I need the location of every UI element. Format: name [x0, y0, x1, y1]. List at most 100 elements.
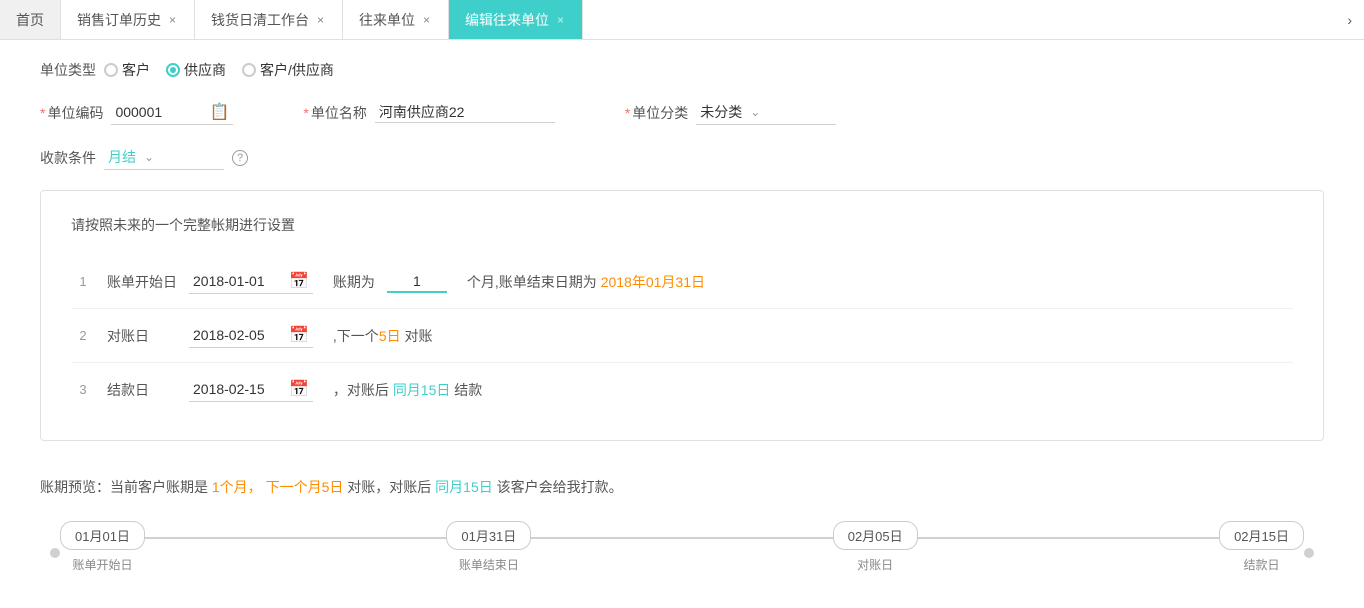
row-desc-3: ，对账后 同月15日 结款: [333, 380, 482, 400]
help-icon[interactable]: ?: [232, 150, 248, 166]
timeline-pill-1: 01月01日: [60, 521, 145, 550]
date-field-3[interactable]: [193, 381, 283, 397]
payment-terms-item: 收款条件 月结 ⌄ ?: [40, 145, 248, 170]
payment-terms-value: 月结: [108, 147, 136, 167]
timeline-node-2: 01月31日 账单结束日: [446, 521, 531, 573]
tab-edit-partner-label: 编辑往来单位: [465, 10, 549, 30]
period-input[interactable]: [387, 271, 447, 293]
calendar-icon-2[interactable]: 📅: [289, 325, 309, 345]
row-num-3: 3: [71, 382, 95, 397]
unit-name-input[interactable]: [375, 102, 555, 123]
row-num-1: 1: [71, 274, 95, 289]
tab-more-button[interactable]: ›: [1335, 0, 1364, 39]
preview-part4: 同月15日: [435, 479, 493, 495]
row-num-2: 2: [71, 328, 95, 343]
timeline-label-4: 结款日: [1244, 556, 1280, 573]
tab-cash-label: 钱货日清工作台: [211, 10, 309, 30]
tab-sales-history[interactable]: 销售订单历史 ×: [61, 0, 195, 39]
tab-home-label: 首页: [16, 10, 44, 30]
timeline-node-3: 02月05日 对账日: [833, 521, 918, 573]
unit-code-item: *单位编码 📋: [40, 100, 233, 125]
payment-terms-chevron: ⌄: [144, 150, 154, 164]
timeline-node-4: 02月15日 结款日: [1219, 521, 1304, 573]
reconcile-highlight: 5日: [379, 328, 401, 344]
calendar-icon-3[interactable]: 📅: [289, 379, 309, 399]
preview-section: 账期预览：当前客户账期是 1个月， 下一个月5日 对账，对账后 同月15日 该客…: [40, 461, 1324, 583]
setting-row-2: 2 对账日 📅 ,下一个5日 对账: [71, 309, 1293, 363]
date-field-1[interactable]: [193, 273, 283, 289]
tab-cash-close[interactable]: ×: [315, 13, 326, 27]
date-input-1: 📅: [189, 269, 313, 294]
radio-customer-circle: [104, 63, 118, 77]
row-label-2: 对账日: [107, 326, 177, 346]
setting-row-1: 1 账单开始日 📅 账期为 个月,账单结束日期为 2018年01月31日: [71, 255, 1293, 309]
unit-category-value: 未分类: [700, 102, 742, 122]
tab-bar: 首页 销售订单历史 × 钱货日清工作台 × 往来单位 × 编辑往来单位 × ›: [0, 0, 1364, 40]
preview-part5: 该客户会给我打款。: [497, 479, 623, 495]
calendar-icon-1[interactable]: 📅: [289, 271, 309, 291]
radio-supplier-label: 供应商: [184, 60, 226, 80]
payment-date-highlight: 同月15日: [393, 382, 451, 398]
timeline-start-dot: [50, 548, 60, 558]
tab-partner-close[interactable]: ×: [421, 13, 432, 27]
unit-type-radio-group: 客户 供应商 客户/供应商: [104, 60, 334, 80]
unit-category-item: *单位分类 未分类 ⌄: [625, 100, 836, 125]
unit-type-item: 单位类型 客户 供应商 客户/供应商: [40, 60, 334, 80]
radio-supplier-dot: [170, 67, 176, 73]
row-desc-1-suffix: 个月,账单结束日期为 2018年01月31日: [467, 272, 705, 292]
tab-partner[interactable]: 往来单位 ×: [343, 0, 449, 39]
unit-category-label: *单位分类: [625, 103, 688, 123]
tab-edit-partner-close[interactable]: ×: [555, 13, 566, 27]
settings-section: 请按照未来的一个完整帐期进行设置 1 账单开始日 📅 账期为 个月,账单结束日期…: [40, 190, 1324, 441]
row-label-3: 结款日: [107, 380, 177, 400]
preview-text: 账期预览：当前客户账期是 1个月， 下一个月5日 对账，对账后 同月15日 该客…: [40, 477, 1324, 497]
date-input-3: 📅: [189, 377, 313, 402]
main-content: 单位类型 客户 供应商 客户/供应商: [0, 40, 1364, 608]
tab-edit-partner[interactable]: 编辑往来单位 ×: [449, 0, 583, 39]
unit-code-icon[interactable]: 📋: [209, 102, 229, 122]
radio-customer-label: 客户: [122, 60, 150, 80]
payment-terms-label: 收款条件: [40, 148, 96, 168]
row-desc-1-prefix: 账期为: [333, 272, 375, 292]
preview-part2: 下一个月5日: [266, 479, 344, 495]
date-field-2[interactable]: [193, 327, 283, 343]
end-date-highlight: 2018年01月31日: [601, 274, 705, 290]
unit-code-input[interactable]: [115, 104, 205, 120]
radio-both-circle: [242, 63, 256, 77]
timeline-label-2: 账单结束日: [459, 556, 519, 573]
unit-type-row: 单位类型 客户 供应商 客户/供应商: [40, 60, 1324, 80]
radio-customer[interactable]: 客户: [104, 60, 150, 80]
timeline-node-1: 01月01日 账单开始日: [60, 521, 145, 573]
radio-both[interactable]: 客户/供应商: [242, 60, 334, 80]
unit-info-row: *单位编码 📋 *单位名称 *单位分类 未分类 ⌄: [40, 100, 1324, 125]
setting-row-3: 3 结款日 📅 ，对账后 同月15日 结款: [71, 363, 1293, 416]
chevron-right-icon: ›: [1347, 12, 1352, 28]
preview-part3: 对账，对账后: [347, 479, 431, 495]
timeline-nodes: 01月01日 账单开始日 01月31日 账单结束日 02月05日 对账日 02月…: [60, 521, 1304, 573]
unit-code-input-wrap: 📋: [111, 100, 233, 125]
preview-label: 账期预览：当前客户账期是: [40, 479, 208, 495]
unit-category-select[interactable]: 未分类 ⌄: [696, 100, 836, 125]
timeline-pill-4: 02月15日: [1219, 521, 1304, 550]
timeline-pill-2: 01月31日: [446, 521, 531, 550]
date-input-2: 📅: [189, 323, 313, 348]
timeline-label-3: 对账日: [857, 556, 893, 573]
radio-supplier-circle: [166, 63, 180, 77]
tab-partner-label: 往来单位: [359, 10, 415, 30]
radio-supplier[interactable]: 供应商: [166, 60, 226, 80]
timeline-label-1: 账单开始日: [72, 556, 132, 573]
timeline-line: [60, 537, 1304, 539]
payment-terms-row: 收款条件 月结 ⌄ ?: [40, 145, 1324, 170]
tab-cash-work[interactable]: 钱货日清工作台 ×: [195, 0, 343, 39]
unit-type-label: 单位类型: [40, 60, 96, 80]
row-desc-2: ,下一个5日 对账: [333, 326, 433, 346]
timeline-end-dot: [1304, 548, 1314, 558]
tab-home[interactable]: 首页: [0, 0, 61, 39]
tab-sales-close[interactable]: ×: [167, 13, 178, 27]
payment-terms-select[interactable]: 月结 ⌄: [104, 145, 224, 170]
unit-name-item: *单位名称: [303, 102, 554, 123]
tab-sales-label: 销售订单历史: [77, 10, 161, 30]
section-instruction: 请按照未来的一个完整帐期进行设置: [71, 215, 1293, 235]
timeline: 01月01日 账单开始日 01月31日 账单结束日 02月05日 对账日 02月…: [40, 521, 1324, 573]
preview-part1: 1个月，: [212, 479, 262, 495]
